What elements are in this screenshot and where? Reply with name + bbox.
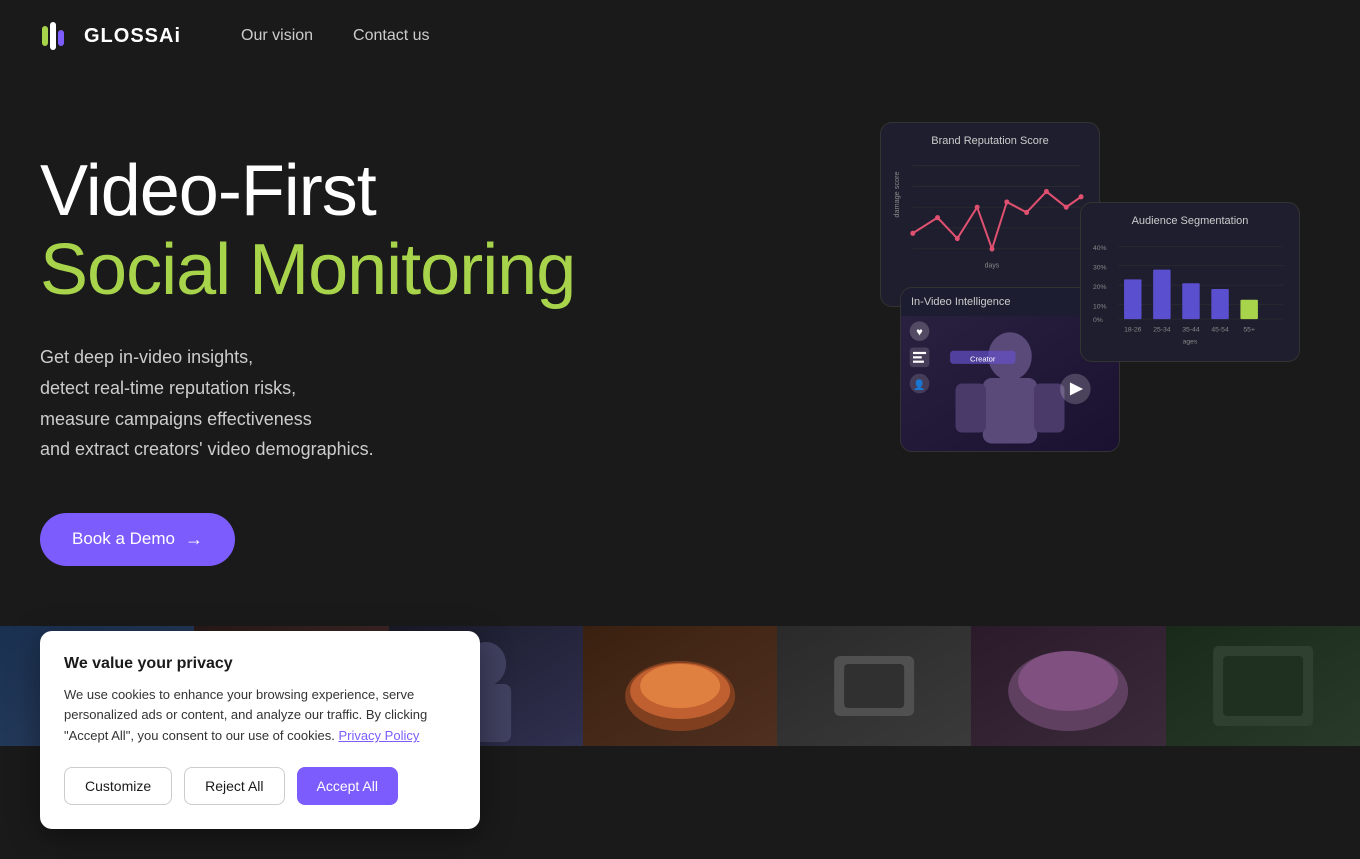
svg-text:40%: 40% [1093, 245, 1107, 252]
svg-text:18-26: 18-26 [1124, 327, 1142, 334]
cookie-banner: We value your privacy We use cookies to … [40, 631, 480, 829]
cookie-body: We use cookies to enhance your browsing … [64, 685, 456, 747]
svg-text:days: days [985, 262, 1000, 270]
video-thumb-5 [777, 626, 971, 746]
book-demo-button[interactable]: Book a Demo → [40, 513, 235, 566]
nav-links: Our vision Contact us [241, 27, 430, 45]
svg-text:30%: 30% [1093, 265, 1107, 272]
svg-text:20%: 20% [1093, 284, 1107, 291]
svg-text:0%: 0% [1093, 317, 1103, 324]
hero-desc-line3: measure campaigns effectiveness [40, 409, 312, 429]
cookie-title: We value your privacy [64, 655, 456, 673]
privacy-policy-link[interactable]: Privacy Policy [338, 728, 419, 743]
svg-text:Creator: Creator [970, 355, 996, 364]
svg-text:35-44: 35-44 [1182, 327, 1200, 334]
customize-button[interactable]: Customize [64, 767, 172, 805]
hero-title-line1: Video-First [40, 151, 376, 231]
video-thumb-4 [583, 626, 777, 746]
hero-desc-line4: and extract creators' video demographics… [40, 439, 374, 459]
logo-text: GLOSSAi [84, 25, 181, 48]
svg-text:👤: 👤 [913, 379, 925, 391]
hero-left: Video-First Social Monitoring Get deep i… [40, 132, 575, 566]
nav-our-vision[interactable]: Our vision [241, 27, 313, 45]
brand-rep-title: Brand Reputation Score [893, 135, 1087, 147]
video-thumb-7 [1166, 626, 1360, 746]
svg-text:10%: 10% [1093, 303, 1107, 310]
video-thumb-6 [971, 626, 1165, 746]
logo-icon [40, 18, 76, 54]
svg-text:55+: 55+ [1243, 327, 1255, 334]
svg-text:♥: ♥ [916, 327, 922, 339]
hero-description: Get deep in-video insights, detect real-… [40, 342, 575, 464]
nav-contact-us[interactable]: Contact us [353, 27, 429, 45]
svg-text:45-54: 45-54 [1211, 327, 1229, 334]
hero-desc-line1: Get deep in-video insights, [40, 347, 253, 367]
svg-text:damage score: damage score [893, 171, 901, 217]
hero-section: Video-First Social Monitoring Get deep i… [0, 72, 1360, 606]
brand-rep-chart: damage score [893, 155, 1087, 275]
audience-chart: 40% 30% 20% 10% 0% [1093, 235, 1287, 345]
brand-rep-card: Brand Reputation Score damage score [880, 122, 1100, 307]
logo[interactable]: GLOSSAi [40, 18, 181, 54]
reject-all-button[interactable]: Reject All [184, 767, 284, 805]
hero-desc-line2: detect real-time reputation risks, [40, 378, 296, 398]
svg-text:ages: ages [1183, 338, 1198, 345]
audience-seg-title: Audience Segmentation [1093, 215, 1287, 227]
navbar: GLOSSAi Our vision Contact us [0, 0, 1360, 72]
dashboard-cards: Brand Reputation Score damage score [880, 122, 1320, 492]
arrow-right-icon: → [185, 529, 203, 550]
svg-text:25-34: 25-34 [1153, 327, 1171, 334]
cookie-buttons: Customize Reject All Accept All [64, 767, 456, 805]
accept-all-button[interactable]: Accept All [297, 767, 398, 805]
audience-seg-card: Audience Segmentation 40% 30% 20% 10% 0% [1080, 202, 1300, 362]
book-demo-label: Book a Demo [72, 529, 175, 549]
hero-title-line2: Social Monitoring [40, 230, 575, 310]
